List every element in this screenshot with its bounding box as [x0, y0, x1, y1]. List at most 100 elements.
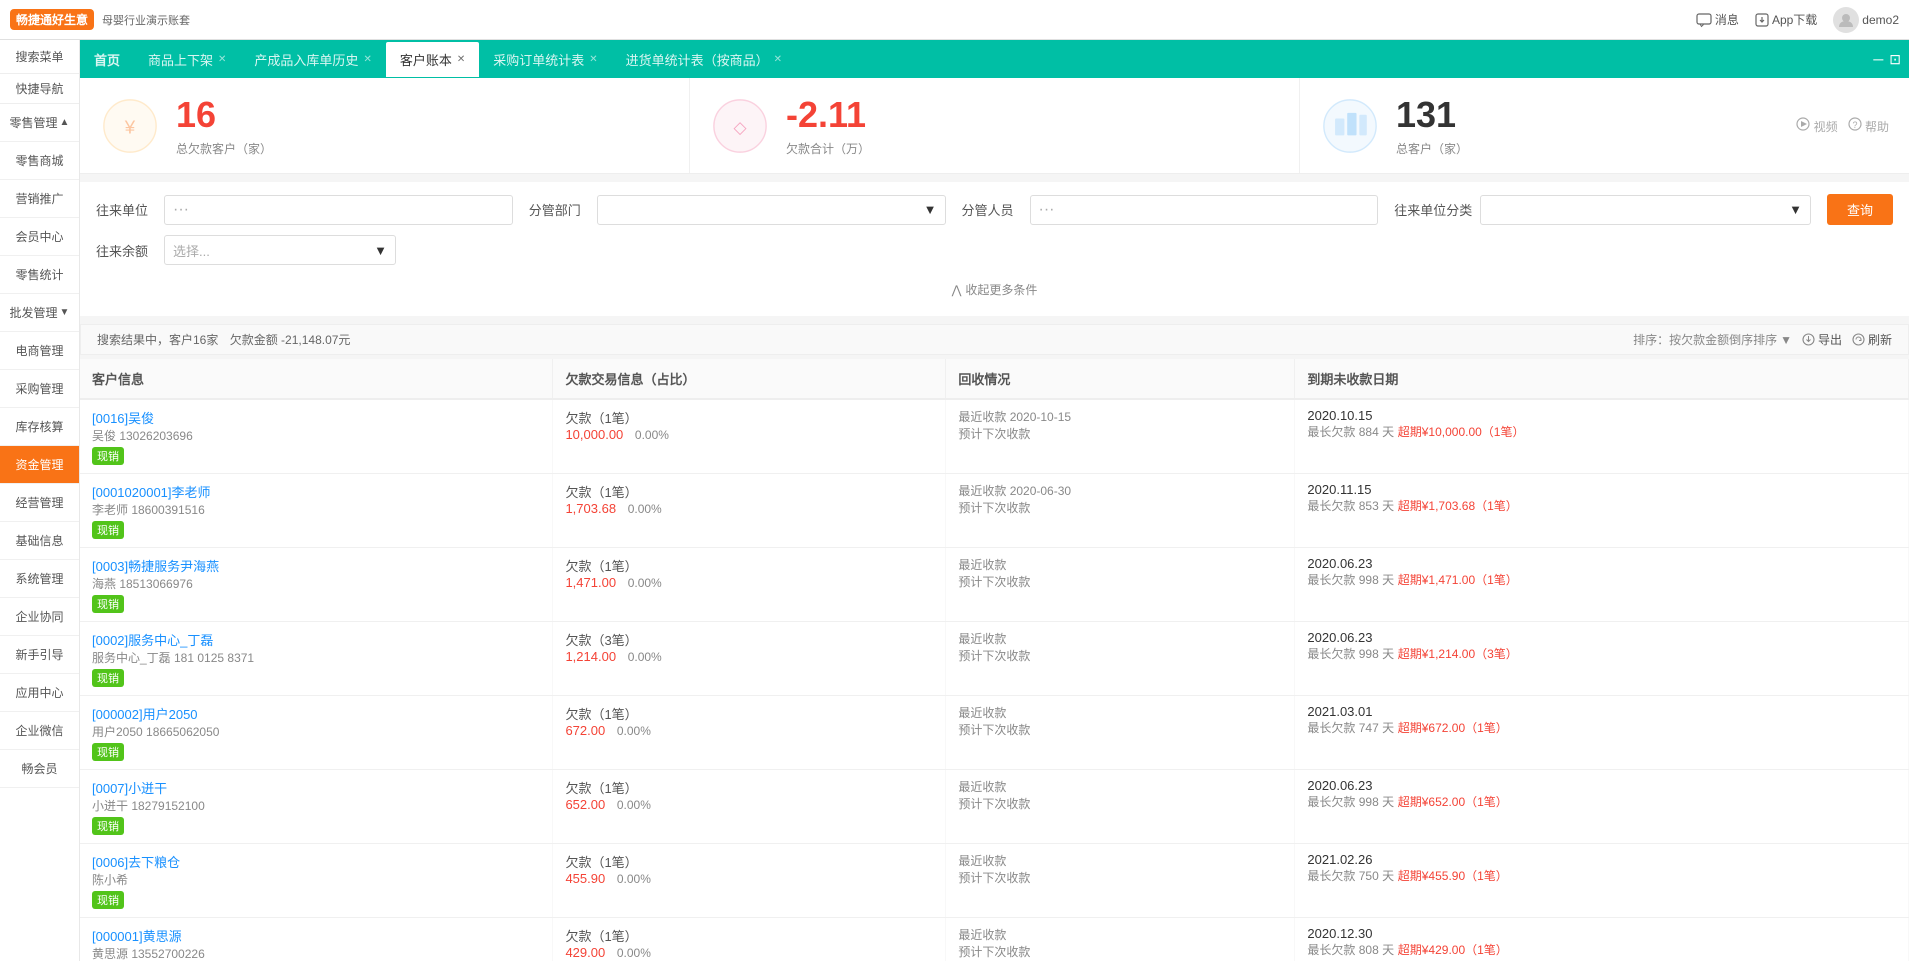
tab-purchase-order-stats[interactable]: 采购订单统计表 ✕	[479, 42, 611, 77]
tab-purchase-stats[interactable]: 进货单统计表（按商品） ✕	[612, 42, 796, 77]
debt-pct: 0.00%	[628, 650, 662, 664]
customer-name-link[interactable]: [0006]去下粮仓	[92, 855, 180, 870]
overdue-amount-link[interactable]: 超期¥429.00（1笔）	[1398, 943, 1508, 957]
table-row: [0002]服务中心_丁磊 服务中心_丁磊 181 0125 8371 现销 欠…	[80, 622, 1909, 696]
last-collect-date: 最近收款 2020-10-15	[958, 410, 1071, 424]
td-due-date: 2020.12.30 最长欠款 808 天 超期¥429.00（1笔）	[1295, 918, 1909, 961]
sidebar-item-app-center[interactable]: 应用中心	[0, 674, 79, 712]
tab-customer-account[interactable]: 客户账本 ✕	[386, 42, 479, 77]
tab-close-icon[interactable]: ✕	[363, 54, 371, 65]
sort-selector[interactable]: 排序：按欠款金额倒序排序 ▼	[1633, 331, 1792, 348]
debt-amount: -2.11	[786, 94, 870, 136]
td-customer-info: [000002]用户2050 用户2050 18665062050 现销	[80, 696, 553, 770]
td-due-date: 2020.06.23 最长欠款 998 天 超期¥652.00（1笔）	[1295, 770, 1909, 844]
export-button[interactable]: 导出	[1802, 331, 1842, 348]
customer-type-badge: 现销	[92, 891, 124, 909]
tab-maximize-icon[interactable]: ⊡	[1889, 51, 1901, 68]
customer-type-badge: 现销	[92, 447, 124, 465]
last-collect-date: 最近收款 2020-06-30	[958, 484, 1071, 498]
sidebar-item-wholesale[interactable]: 批发管理 ▼	[0, 294, 79, 332]
category-arrow: ▼	[1789, 202, 1802, 217]
sidebar-item-inventory[interactable]: 库存核算	[0, 408, 79, 446]
tab-production-history[interactable]: 产成品入库单历史 ✕	[240, 42, 385, 77]
customer-name-link[interactable]: [0001020001]李老师	[92, 485, 211, 500]
overdue-amount-link[interactable]: 超期¥652.00（1笔）	[1398, 795, 1508, 809]
last-collect-date: 最近收款	[958, 854, 1006, 868]
sidebar-item-capital[interactable]: 资金管理	[0, 446, 79, 484]
amount-icon: ◇	[710, 96, 770, 156]
overdue-amount-link[interactable]: 超期¥1,471.00（1笔）	[1398, 573, 1518, 587]
last-collect-date: 最近收款	[958, 558, 1006, 572]
total-icon	[1320, 96, 1380, 156]
sidebar-item-operations[interactable]: 经营管理	[0, 484, 79, 522]
filter-row-2: 往来余额 选择... ▼	[96, 235, 396, 265]
message-button[interactable]: 消息	[1696, 11, 1739, 28]
tab-home[interactable]: 首页	[80, 42, 134, 77]
customer-name-link[interactable]: [0016]吴俊	[92, 411, 154, 426]
sidebar-item-guide[interactable]: 新手引导	[0, 636, 79, 674]
sidebar-search[interactable]: 搜索菜单	[0, 40, 79, 74]
debtors-label: 总欠款客户（家）	[176, 140, 272, 157]
td-recovery: 最近收款 预计下次收款	[946, 548, 1295, 622]
debt-amount: 1,214.00	[565, 649, 616, 664]
overdue-amount-link[interactable]: 超期¥455.90（1笔）	[1398, 869, 1508, 883]
debt-pct: 0.00%	[617, 946, 651, 960]
user-avatar[interactable]: demo2	[1833, 7, 1899, 33]
filter-category: 往来单位分类 ▼	[1394, 195, 1811, 225]
person-input[interactable]: ···	[1030, 195, 1379, 225]
tab-close-icon[interactable]: ✕	[457, 54, 465, 65]
summary-row: ¥ 16 总欠款客户（家） ◇	[80, 78, 1909, 174]
sidebar-item-wechat[interactable]: 企业微信	[0, 712, 79, 750]
message-label: 消息	[1715, 11, 1739, 28]
customer-phone: 黄思源 13552700226	[92, 947, 205, 961]
sidebar-item-member[interactable]: 畅会员	[0, 750, 79, 788]
td-recovery: 最近收款 预计下次收款	[946, 844, 1295, 918]
tab-close-icon[interactable]: ✕	[218, 54, 226, 65]
sidebar-item-retail-stats[interactable]: 零售统计	[0, 256, 79, 294]
table-row: [000002]用户2050 用户2050 18665062050 现销 欠款（…	[80, 696, 1909, 770]
sidebar-item-member-center[interactable]: 会员中心	[0, 218, 79, 256]
app-download-label: App下载	[1772, 11, 1817, 28]
dept-select[interactable]: ▼	[597, 195, 946, 225]
video-button[interactable]: 视频	[1796, 117, 1837, 135]
sidebar-quick-nav[interactable]: 快捷导航	[0, 74, 79, 104]
overdue-amount-link[interactable]: 超期¥10,000.00（1笔）	[1398, 425, 1525, 439]
sidebar-item-marketing[interactable]: 营销推广	[0, 180, 79, 218]
debt-pct: 0.00%	[628, 502, 662, 516]
balance-select[interactable]: 选择... ▼	[164, 235, 396, 265]
sidebar-item-basic-info[interactable]: 基础信息	[0, 522, 79, 560]
demo-selector[interactable]: 母婴行业演示账套	[102, 12, 190, 28]
tab-close-icon[interactable]: ✕	[589, 54, 597, 65]
overdue-amount-link[interactable]: 超期¥672.00（1笔）	[1398, 721, 1508, 735]
app-download-button[interactable]: App下载	[1755, 11, 1817, 28]
sidebar-item-purchase[interactable]: 采购管理	[0, 370, 79, 408]
tab-close-icon[interactable]: ✕	[774, 54, 782, 65]
refresh-button[interactable]: 刷新	[1852, 331, 1892, 348]
customer-name-link[interactable]: [0002]服务中心_丁磊	[92, 633, 213, 648]
filter-dept: 分管部门 ▼	[529, 195, 946, 225]
sidebar-item-ecommerce[interactable]: 电商管理	[0, 332, 79, 370]
tab-minimize-icon[interactable]: ─	[1873, 51, 1883, 67]
sidebar-item-enterprise[interactable]: 企业协同	[0, 598, 79, 636]
collapse-button[interactable]: ⋀ 收起更多条件	[946, 275, 1044, 304]
category-select[interactable]: ▼	[1480, 195, 1811, 225]
debt-amount: 1,703.68	[565, 501, 616, 516]
company-input[interactable]: ···	[164, 195, 513, 225]
td-debt-info: 欠款（1笔） 672.00 0.00%	[553, 696, 946, 770]
customer-name-link[interactable]: [000002]用户2050	[92, 707, 198, 722]
sidebar-item-retail-mall[interactable]: 零售商城	[0, 142, 79, 180]
brand-area: 畅捷通好生意 母婴行业演示账套	[10, 9, 210, 30]
overdue-amount-link[interactable]: 超期¥1,703.68（1笔）	[1398, 499, 1518, 513]
sidebar-item-system[interactable]: 系统管理	[0, 560, 79, 598]
query-button[interactable]: 查询	[1827, 194, 1893, 225]
sidebar-item-retail-mgmt[interactable]: 零售管理 ▲	[0, 104, 79, 142]
table-row: [0007]小迸干 小迸干 18279152100 现销 欠款（1笔） 652.…	[80, 770, 1909, 844]
data-table: 客户信息 欠款交易信息（占比） 回收情况 到期未收款日期 [0016]吴俊 吴俊…	[80, 359, 1909, 961]
overdue-amount-link[interactable]: 超期¥1,214.00（3笔）	[1398, 647, 1518, 661]
customer-name-link[interactable]: [0003]畅捷服务尹海燕	[92, 559, 219, 574]
td-customer-info: [0002]服务中心_丁磊 服务中心_丁磊 181 0125 8371 现销	[80, 622, 553, 696]
tab-product-list[interactable]: 商品上下架 ✕	[134, 42, 240, 77]
help-button[interactable]: ? 帮助	[1848, 117, 1889, 135]
customer-name-link[interactable]: [000001]黄思源	[92, 929, 182, 944]
customer-name-link[interactable]: [0007]小迸干	[92, 781, 167, 796]
